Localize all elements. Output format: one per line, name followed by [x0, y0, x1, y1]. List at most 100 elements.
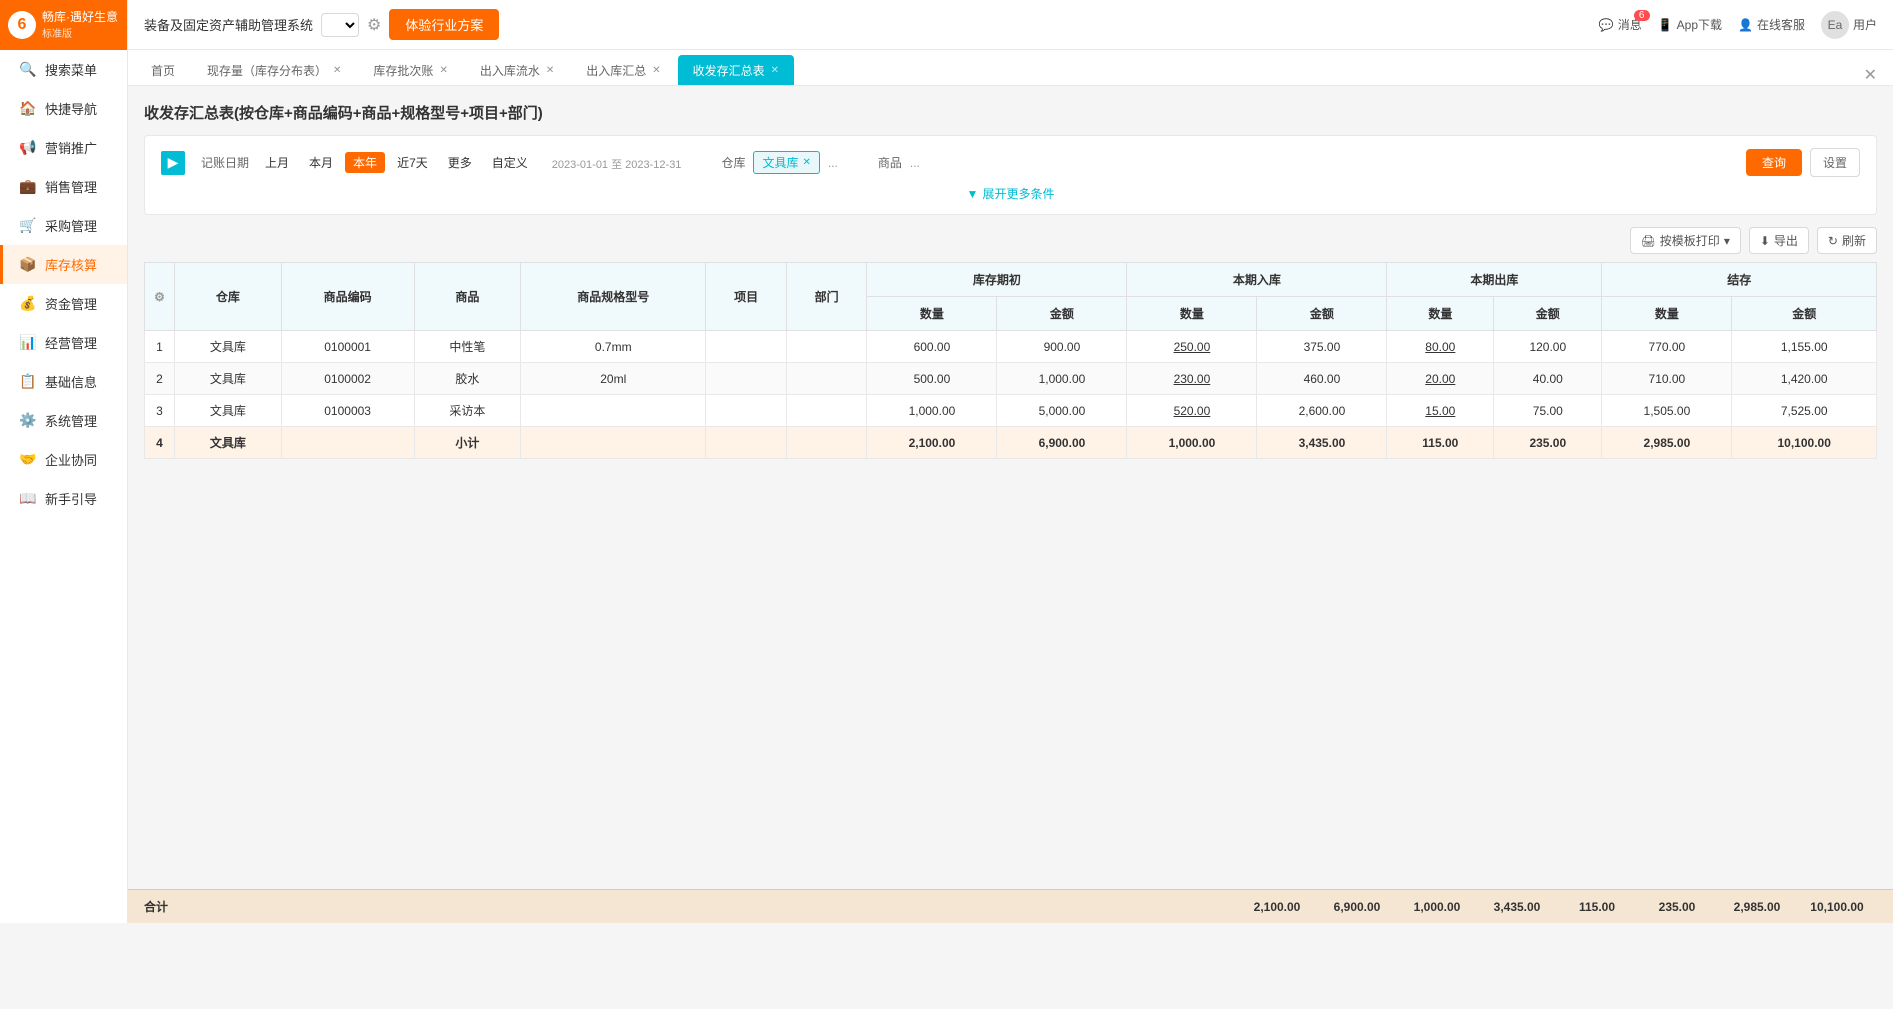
online-service-btn[interactable]: 👤 在线客服 — [1738, 16, 1805, 33]
cell-project — [706, 395, 787, 427]
messages-btn[interactable]: 💬 消息 6 — [1599, 16, 1642, 33]
th-settings[interactable]: ⚙ — [145, 263, 175, 331]
th-balance-amt: 金额 — [1732, 297, 1877, 331]
nav-icon-quick-nav: 🏠 — [19, 100, 37, 117]
nav-icon-sales: 💼 — [19, 178, 37, 195]
warehouse-tag-text: 文具库 — [762, 154, 798, 171]
cell-in-qty[interactable]: 250.00 — [1127, 331, 1257, 363]
tab-home[interactable]: 首页 — [136, 55, 190, 85]
filter-actions: 查询 设置 — [1746, 148, 1860, 177]
date-btn-自定义[interactable]: 自定义 — [484, 152, 536, 173]
date-btn-上月[interactable]: 上月 — [257, 152, 297, 173]
tab-bar: 首页现存量（库存分布表）✕库存批次账✕出入库流水✕出入库汇总✕收发存汇总表✕✕ — [128, 50, 1893, 86]
sidebar-item-quick-nav[interactable]: 🏠快捷导航 — [0, 89, 127, 128]
expand-more-btn[interactable]: ▼ 展开更多条件 — [161, 185, 1860, 202]
experience-btn[interactable]: 体验行业方案 — [389, 9, 499, 40]
system-selector[interactable] — [321, 13, 359, 37]
warehouse-more-btn[interactable]: ... — [828, 156, 838, 170]
cell-out-qty[interactable]: 20.00 — [1387, 363, 1494, 395]
th-group-opening: 库存期初 — [867, 263, 1127, 297]
nav-icon-inventory: 📦 — [19, 256, 37, 273]
sidebar-item-corp[interactable]: 🤝企业协同 — [0, 440, 127, 479]
sidebar-item-sales[interactable]: 💼销售管理 — [0, 167, 127, 206]
cell-in-amt: 3,435.00 — [1257, 427, 1387, 459]
sidebar-item-guide[interactable]: 📖新手引导 — [0, 479, 127, 518]
sidebar-item-purchase[interactable]: 🛒采购管理 — [0, 206, 127, 245]
service-icon: 👤 — [1738, 18, 1753, 32]
settings-btn[interactable]: 设置 — [1810, 148, 1860, 177]
cell-balance-qty: 2,985.00 — [1602, 427, 1732, 459]
warehouse-tag[interactable]: 文具库 ✕ — [753, 151, 819, 174]
nav-label-finance: 资金管理 — [45, 294, 97, 313]
cell-out-qty: 115.00 — [1387, 427, 1494, 459]
nav-label-inventory: 库存核算 — [45, 255, 97, 274]
sidebar-item-operations[interactable]: 📊经营管理 — [0, 323, 127, 362]
nav-label-basic-info: 基础信息 — [45, 372, 97, 391]
refresh-btn[interactable]: ↻ 刷新 — [1817, 227, 1877, 254]
sidebar-item-marketing[interactable]: 📢营销推广 — [0, 128, 127, 167]
filter-row-1: ▶ 记账日期 上月本月本年近7天更多自定义 2023-01-01 至 2023-… — [161, 148, 1860, 177]
nav-icon-basic-info: 📋 — [19, 373, 37, 390]
date-links: 上月本月本年近7天更多自定义 — [257, 152, 536, 173]
sidebar-logo: 6 畅库·遇好生意 标准版 — [0, 0, 127, 50]
cell-dept — [786, 395, 867, 427]
gear-icon[interactable]: ⚙ — [367, 15, 381, 35]
user-label: 用户 — [1853, 16, 1877, 33]
tab-close-batch[interactable]: ✕ — [439, 65, 447, 76]
app-download-btn[interactable]: 📱 App下载 — [1658, 16, 1722, 33]
goods-more-btn[interactable]: ... — [910, 156, 920, 170]
sidebar-item-system[interactable]: ⚙️系统管理 — [0, 401, 127, 440]
tab-recv-summary[interactable]: 收发存汇总表✕ — [678, 55, 794, 85]
cell-in-qty: 1,000.00 — [1127, 427, 1257, 459]
tab-close-inout-flow[interactable]: ✕ — [546, 65, 554, 76]
th-project: 项目 — [706, 263, 787, 331]
cell-opening-qty: 2,100.00 — [867, 427, 997, 459]
tab-batch[interactable]: 库存批次账✕ — [358, 55, 462, 85]
th-in-qty: 数量 — [1127, 297, 1257, 331]
cell-opening-amt: 5,000.00 — [997, 395, 1127, 427]
template-print-label: 按模板打印 — [1660, 232, 1720, 249]
date-btn-本月[interactable]: 本月 — [301, 152, 341, 173]
cell-code: 0100003 — [281, 395, 414, 427]
tab-inout-flow[interactable]: 出入库流水✕ — [465, 55, 569, 85]
tab-inventory-dist[interactable]: 现存量（库存分布表）✕ — [192, 55, 356, 85]
query-btn[interactable]: 查询 — [1746, 149, 1802, 176]
sidebar-item-inventory[interactable]: 📦 库存核算 — [0, 245, 127, 284]
cell-in-qty[interactable]: 230.00 — [1127, 363, 1257, 395]
cell-out-qty[interactable]: 80.00 — [1387, 331, 1494, 363]
cell-out-amt: 235.00 — [1494, 427, 1602, 459]
export-btn[interactable]: ⬇ 导出 — [1749, 227, 1809, 254]
date-btn-近7天[interactable]: 近7天 — [389, 152, 436, 173]
date-filter-label: 记账日期 — [201, 154, 249, 171]
date-filter-group: 记账日期 上月本月本年近7天更多自定义 — [201, 152, 536, 173]
nav-label-purchase: 采购管理 — [45, 216, 97, 235]
phone-icon: 📱 — [1658, 18, 1673, 32]
cell-balance-amt: 10,100.00 — [1732, 427, 1877, 459]
cell-in-qty[interactable]: 520.00 — [1127, 395, 1257, 427]
date-btn-本年[interactable]: 本年 — [345, 152, 385, 173]
cell-no: 1 — [145, 331, 175, 363]
tab-close-recv-summary[interactable]: ✕ — [771, 65, 779, 76]
filter-expand-arrow[interactable]: ▶ — [161, 151, 185, 175]
export-label: 导出 — [1774, 232, 1798, 249]
warehouse-tag-close[interactable]: ✕ — [802, 157, 810, 168]
cell-out-qty[interactable]: 15.00 — [1387, 395, 1494, 427]
cell-warehouse: 文具库 — [175, 331, 282, 363]
cell-warehouse: 文具库 — [175, 363, 282, 395]
user-avatar: Ea — [1821, 11, 1849, 39]
footer-opening-amt: 6,900.00 — [1317, 900, 1397, 914]
sidebar-item-basic-info[interactable]: 📋 基础信息 — [0, 362, 127, 401]
tab-inout-summary[interactable]: 出入库汇总✕ — [571, 55, 675, 85]
sidebar-item-finance[interactable]: 💰资金管理 — [0, 284, 127, 323]
tab-bar-close[interactable]: ✕ — [1856, 65, 1885, 85]
tab-close-inout-summary[interactable]: ✕ — [652, 65, 660, 76]
cell-balance-qty: 1,505.00 — [1602, 395, 1732, 427]
tab-close-inventory-dist[interactable]: ✕ — [333, 65, 341, 76]
cell-project — [706, 331, 787, 363]
cell-balance-amt: 1,420.00 — [1732, 363, 1877, 395]
date-btn-更多[interactable]: 更多 — [440, 152, 480, 173]
template-print-btn[interactable]: 🖨 按模板打印 ▾ — [1630, 227, 1741, 254]
user-btn[interactable]: Ea 用户 — [1821, 11, 1877, 39]
sidebar-item-search[interactable]: 🔍搜索菜单 — [0, 50, 127, 89]
cell-in-amt: 2,600.00 — [1257, 395, 1387, 427]
